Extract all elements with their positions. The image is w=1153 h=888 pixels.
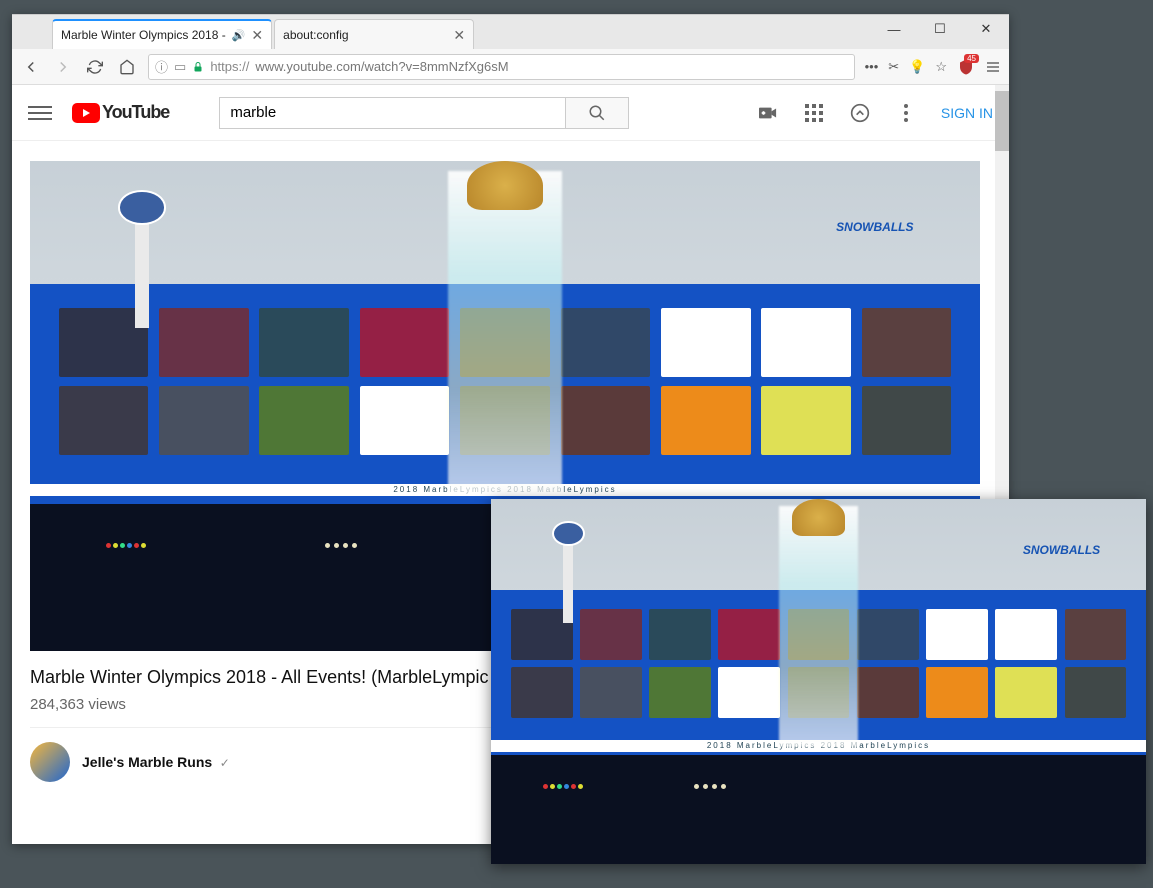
browser-toolbar: ⓘ ▭ https:// ••• ✂ 💡 ☆ 45 xyxy=(12,49,1009,85)
extension-icon[interactable]: ✂ xyxy=(888,59,899,75)
channel-name[interactable]: Jelle's Marble Runs xyxy=(82,754,212,770)
youtube-logo[interactable]: YouTube xyxy=(72,102,169,123)
permissions-icon[interactable]: ▭ xyxy=(174,59,186,75)
window-close-button[interactable]: ✕ xyxy=(963,15,1009,43)
bookmark-star-icon[interactable]: ☆ xyxy=(935,59,947,75)
tab-strip: Marble Winter Olympics 2018 - 🔊 ✕ about:… xyxy=(12,15,1009,49)
tab-label: Marble Winter Olympics 2018 - xyxy=(61,28,226,42)
pip-team-logo: SNOWBALLS xyxy=(1023,543,1100,557)
search-form xyxy=(219,97,629,129)
tips-icon[interactable]: 💡 xyxy=(909,59,925,75)
badge-count: 45 xyxy=(964,54,979,63)
tab-close-icon[interactable]: ✕ xyxy=(453,28,465,42)
verified-badge-icon: ✓ xyxy=(220,756,230,770)
info-icon[interactable]: ⓘ xyxy=(155,57,168,76)
window-controls: — ☐ ✕ xyxy=(871,15,1009,43)
messages-icon[interactable] xyxy=(849,102,871,124)
window-maximize-button[interactable]: ☐ xyxy=(917,15,963,43)
youtube-play-icon xyxy=(72,103,100,123)
window-minimize-button[interactable]: — xyxy=(871,15,917,43)
tab-label: about:config xyxy=(283,28,447,42)
youtube-header: YouTube SI xyxy=(12,85,1009,141)
menu-icon[interactable] xyxy=(985,59,1001,75)
tab-about-config[interactable]: about:config ✕ xyxy=(274,19,474,49)
home-button[interactable] xyxy=(116,56,138,78)
settings-icon[interactable] xyxy=(895,102,917,124)
pip-video[interactable]: 2018 MarbleLympics 2018 MarbleLympics SN… xyxy=(491,499,1146,864)
search-button[interactable] xyxy=(565,97,629,129)
team-logo-text: SNOWBALLS xyxy=(836,220,913,234)
apps-icon[interactable] xyxy=(803,102,825,124)
picture-in-picture-window[interactable]: 2018 MarbleLympics 2018 MarbleLympics SN… xyxy=(491,499,1146,864)
toolbar-actions: ••• ✂ 💡 ☆ 45 xyxy=(865,58,1001,76)
back-button[interactable] xyxy=(20,56,42,78)
forward-button[interactable] xyxy=(52,56,74,78)
sign-in-button[interactable]: SIGN IN xyxy=(941,105,993,121)
reload-button[interactable] xyxy=(84,56,106,78)
channel-avatar[interactable] xyxy=(30,742,70,782)
tab-youtube[interactable]: Marble Winter Olympics 2018 - 🔊 ✕ xyxy=(52,19,272,49)
youtube-wordmark: YouTube xyxy=(102,102,169,123)
audio-playing-icon[interactable]: 🔊 xyxy=(232,29,246,42)
url-input[interactable] xyxy=(255,59,847,74)
scrollbar-thumb[interactable] xyxy=(995,91,1009,151)
lock-icon xyxy=(192,61,204,73)
header-actions: SIGN IN xyxy=(757,102,993,124)
search-input[interactable] xyxy=(219,97,565,129)
adblock-icon[interactable]: 45 xyxy=(957,58,975,76)
guide-menu-button[interactable] xyxy=(28,101,52,125)
tab-close-icon[interactable]: ✕ xyxy=(251,28,263,42)
create-video-icon[interactable] xyxy=(757,102,779,124)
url-bar[interactable]: ⓘ ▭ https:// xyxy=(148,54,855,80)
page-actions-icon[interactable]: ••• xyxy=(865,59,879,74)
url-protocol: https:// xyxy=(210,59,249,74)
